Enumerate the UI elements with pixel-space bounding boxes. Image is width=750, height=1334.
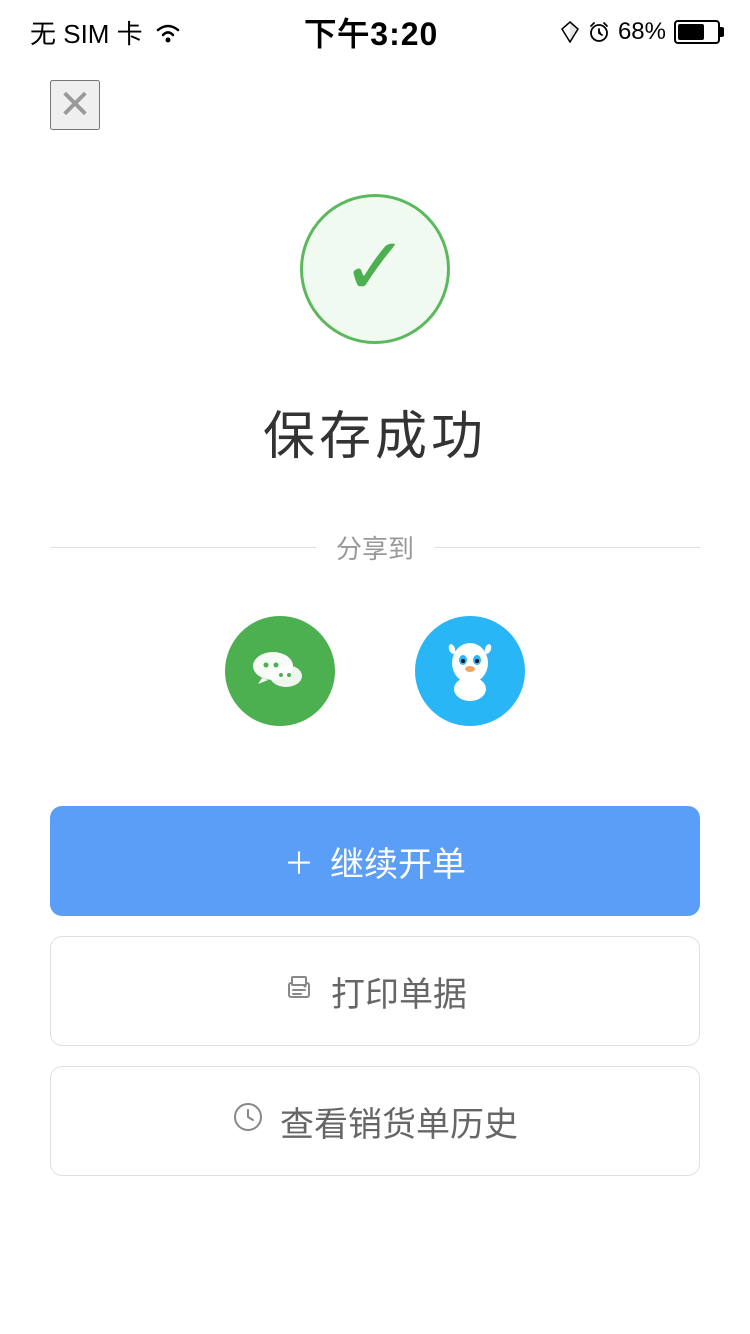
alarm-icon [588, 21, 610, 43]
continue-order-button[interactable]: ＋ 继续开单 [50, 806, 700, 916]
history-icon [232, 1101, 264, 1141]
qq-share-button[interactable] [415, 616, 525, 726]
print-label: 打印单据 [331, 967, 467, 1016]
close-icon: ✕ [58, 85, 92, 125]
battery-percent: 68% [618, 18, 666, 46]
wechat-share-button[interactable] [225, 616, 335, 726]
wifi-icon [153, 21, 183, 43]
printer-icon [283, 971, 315, 1011]
checkmark-icon: ✓ [341, 227, 408, 307]
wechat-icon [248, 644, 313, 699]
divider-left [50, 547, 316, 548]
close-button[interactable]: ✕ [50, 80, 100, 130]
view-history-button[interactable]: 查看销货单历史 [50, 1066, 700, 1176]
plus-icon: ＋ [284, 839, 314, 883]
share-label: 分享到 [336, 529, 414, 566]
action-buttons: ＋ 继续开单 打印单据 查看销货单历史 [50, 806, 700, 1176]
status-right: 68% [560, 18, 720, 46]
share-divider: 分享到 [50, 529, 700, 566]
history-label: 查看销货单历史 [280, 1097, 518, 1146]
qq-icon [440, 639, 500, 704]
carrier-text: 无 SIM 卡 [30, 14, 143, 51]
print-receipt-button[interactable]: 打印单据 [50, 936, 700, 1046]
divider-right [434, 547, 700, 548]
success-icon-circle: ✓ [300, 194, 450, 344]
status-bar: 无 SIM 卡 下午3:20 68% [0, 0, 750, 64]
status-time: 下午3:20 [304, 9, 438, 55]
location-icon [560, 21, 580, 43]
battery-indicator [674, 20, 720, 44]
continue-order-label: 继续开单 [330, 837, 466, 886]
success-title: 保存成功 [263, 394, 487, 469]
status-carrier: 无 SIM 卡 [30, 14, 183, 51]
share-icons-container [225, 616, 525, 726]
main-content: ✓ 保存成功 分享到 [0, 64, 750, 1176]
